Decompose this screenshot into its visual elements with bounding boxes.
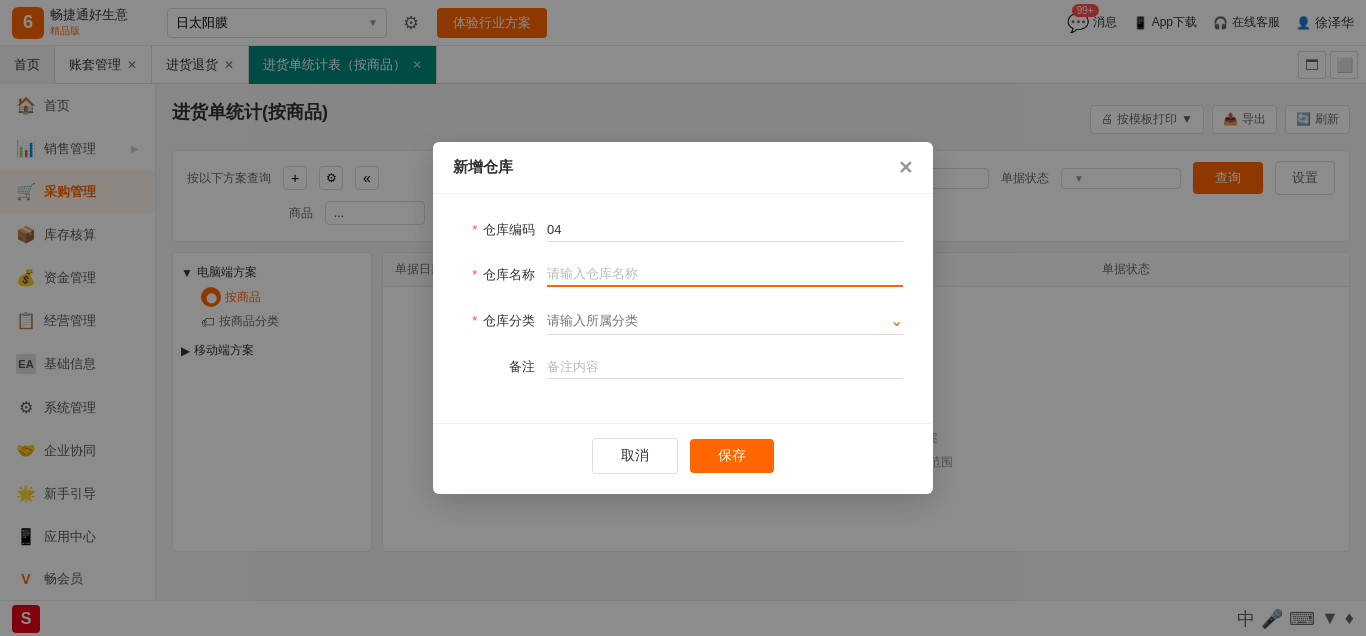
name-label-text: 仓库名称 — [483, 267, 535, 282]
category-dropdown-icon: ⌄ — [890, 311, 903, 330]
form-row-category: * 仓库分类 ⌄ — [463, 307, 903, 335]
note-label: 备注 — [463, 358, 535, 376]
warehouse-category-input[interactable] — [547, 313, 890, 328]
category-required-star: * — [472, 313, 477, 328]
cancel-button[interactable]: 取消 — [592, 438, 678, 474]
warehouse-note-input[interactable] — [547, 355, 903, 379]
category-label-text: 仓库分类 — [483, 313, 535, 328]
save-button[interactable]: 保存 — [690, 439, 774, 473]
warehouse-code-input[interactable] — [547, 218, 903, 242]
modal-footer: 取消 保存 — [433, 423, 933, 494]
modal-title: 新增仓库 — [453, 158, 513, 177]
warehouse-category-select[interactable]: ⌄ — [547, 307, 903, 335]
category-label: * 仓库分类 — [463, 312, 535, 330]
code-label-text: 仓库编码 — [483, 222, 535, 237]
modal-header: 新增仓库 ✕ — [433, 142, 933, 194]
name-label: * 仓库名称 — [463, 266, 535, 284]
modal-close-icon[interactable]: ✕ — [898, 159, 913, 177]
modal-overlay: 新增仓库 ✕ * 仓库编码 * 仓库名称 — [0, 0, 1366, 636]
new-warehouse-modal: 新增仓库 ✕ * 仓库编码 * 仓库名称 — [433, 142, 933, 494]
name-required-star: * — [472, 267, 477, 282]
modal-body: * 仓库编码 * 仓库名称 * 仓库分类 — [433, 194, 933, 423]
note-label-text: 备注 — [509, 359, 535, 374]
form-row-name: * 仓库名称 — [463, 262, 903, 287]
code-label: * 仓库编码 — [463, 221, 535, 239]
form-row-note: 备注 — [463, 355, 903, 379]
warehouse-name-input[interactable] — [547, 262, 903, 287]
code-required-star: * — [472, 222, 477, 237]
form-row-code: * 仓库编码 — [463, 218, 903, 242]
